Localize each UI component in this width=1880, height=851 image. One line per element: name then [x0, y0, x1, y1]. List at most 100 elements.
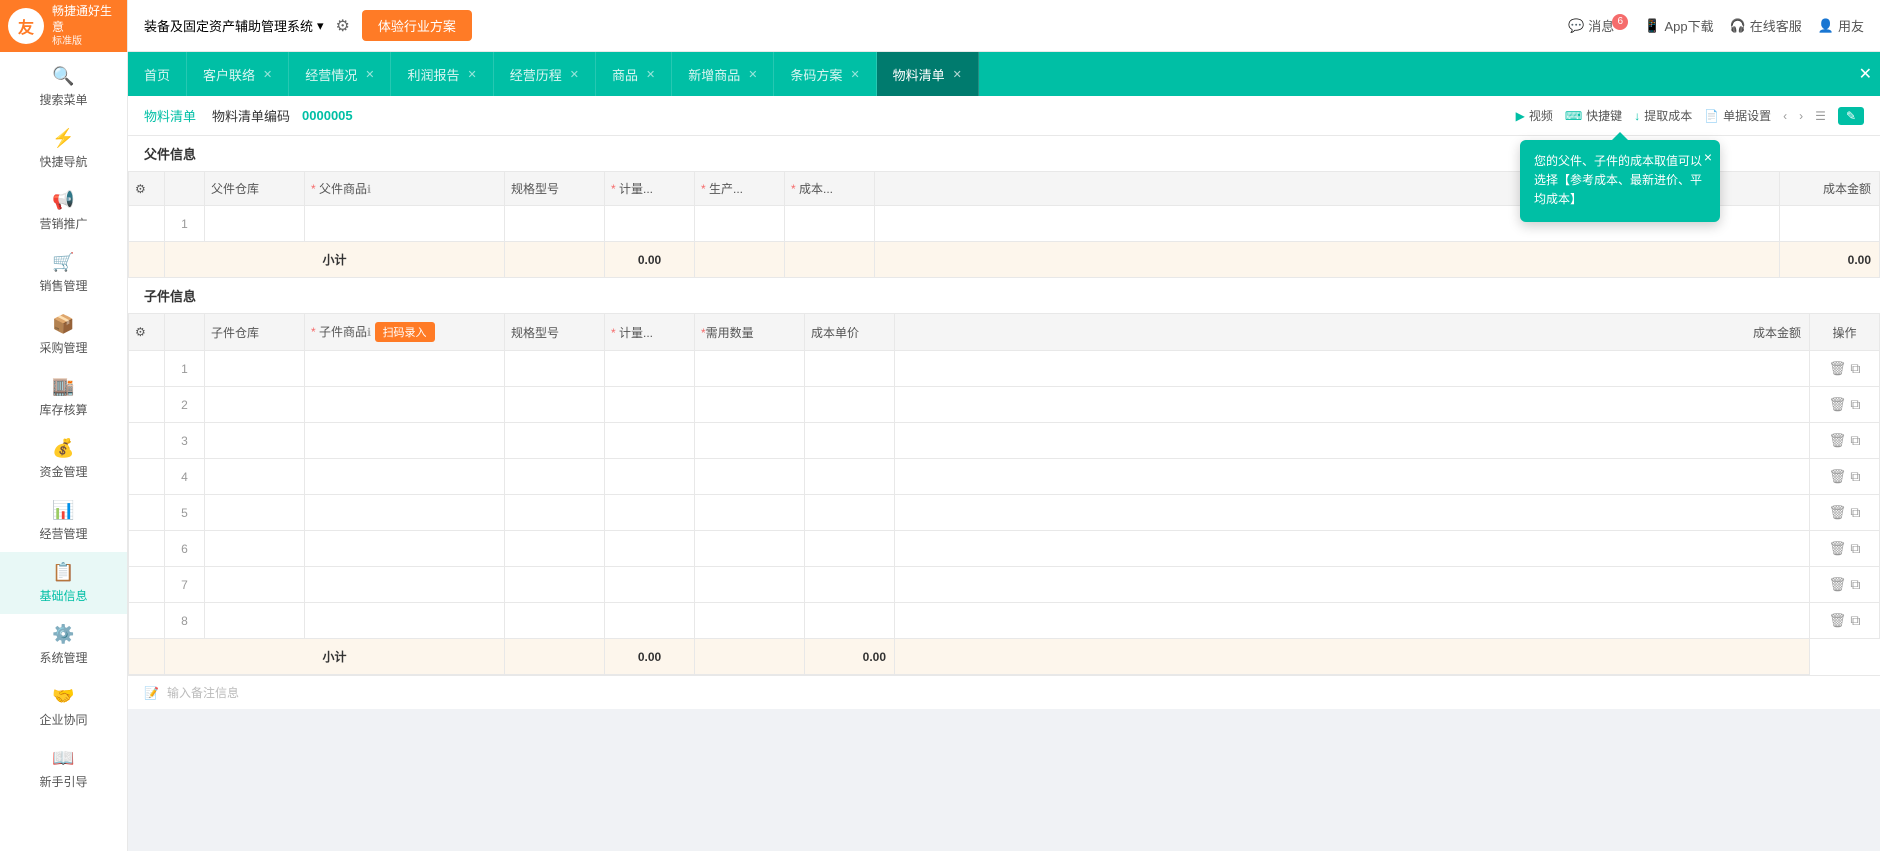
breadcrumb-home[interactable]: 物料清单	[144, 106, 196, 125]
child-price-cell[interactable]	[805, 423, 895, 459]
tab-客户联络[interactable]: 客户联络✕	[187, 52, 289, 96]
child-col-setting[interactable]: ⚙	[129, 314, 165, 351]
copy-row-button[interactable]: ⧉	[1850, 396, 1860, 413]
trial-button[interactable]: 体验行业方案	[362, 10, 472, 41]
delete-row-button[interactable]: 🗑	[1829, 540, 1847, 557]
sidebar-item-basic-info[interactable]: 📋基础信息	[0, 552, 127, 614]
delete-row-button[interactable]: 🗑	[1829, 504, 1847, 521]
note-placeholder[interactable]: 输入备注信息	[167, 684, 239, 701]
view-button[interactable]: ▶ 视频	[1516, 107, 1553, 124]
child-product-cell[interactable]	[305, 531, 505, 567]
child-spec-cell[interactable]	[505, 351, 605, 387]
sidebar-item-system[interactable]: ⚙️系统管理	[0, 614, 127, 676]
tab-新增商品[interactable]: 新增商品✕	[672, 52, 774, 96]
tab-利润报告[interactable]: 利润报告✕	[391, 52, 493, 96]
child-qty-cell[interactable]	[695, 423, 805, 459]
tab-close-icon[interactable]: ✕	[468, 68, 477, 81]
sidebar-item-operations[interactable]: 📊经营管理	[0, 490, 127, 552]
child-spec-cell[interactable]	[505, 531, 605, 567]
child-qty-cell[interactable]	[695, 351, 805, 387]
child-qty-cell[interactable]	[695, 387, 805, 423]
child-warehouse-cell[interactable]	[205, 351, 305, 387]
online-service-button[interactable]: 🎧 在线客服	[1730, 16, 1802, 35]
delete-row-button[interactable]: 🗑	[1829, 576, 1847, 593]
sidebar-item-enterprise[interactable]: 🤝企业协同	[0, 676, 127, 738]
tab-close-icon[interactable]: ✕	[570, 68, 579, 81]
nav-next-button[interactable]: ›	[1799, 109, 1803, 123]
child-product-cell[interactable]	[305, 567, 505, 603]
child-price-cell[interactable]	[805, 567, 895, 603]
child-qty-cell[interactable]	[695, 531, 805, 567]
child-spec-cell[interactable]	[505, 459, 605, 495]
child-unit-cell[interactable]	[605, 603, 695, 639]
delete-row-button[interactable]: 🗑	[1829, 396, 1847, 413]
child-warehouse-cell[interactable]	[205, 567, 305, 603]
copy-row-button[interactable]: ⧉	[1850, 612, 1860, 629]
delete-row-button[interactable]: 🗑	[1829, 468, 1847, 485]
delete-row-button[interactable]: 🗑	[1829, 360, 1847, 377]
child-warehouse-cell[interactable]	[205, 603, 305, 639]
tab-close-icon[interactable]: ✕	[263, 68, 272, 81]
child-qty-cell[interactable]	[695, 567, 805, 603]
child-warehouse-cell[interactable]	[205, 387, 305, 423]
child-unit-cell[interactable]	[605, 351, 695, 387]
tab-close-icon[interactable]: ✕	[646, 68, 655, 81]
parent-product-cell[interactable]	[305, 206, 505, 242]
child-spec-cell[interactable]	[505, 603, 605, 639]
tab-close-icon[interactable]: ✕	[365, 68, 374, 81]
child-unit-cell[interactable]	[605, 567, 695, 603]
nav-prev-button[interactable]: ‹	[1783, 109, 1787, 123]
tab-首页[interactable]: 首页	[128, 52, 187, 96]
child-product-cell[interactable]	[305, 459, 505, 495]
system-selector[interactable]: 装备及固定资产辅助管理系统 ▾	[144, 16, 324, 35]
sidebar-item-purchase[interactable]: 📦采购管理	[0, 304, 127, 366]
scan-button[interactable]: 扫码录入	[375, 322, 435, 342]
child-unit-cell[interactable]	[605, 459, 695, 495]
edit-button[interactable]: ✎	[1838, 107, 1864, 125]
tab-close-icon[interactable]: ✕	[953, 68, 962, 81]
child-product-cell[interactable]	[305, 351, 505, 387]
extract-cost-button[interactable]: ↓ 提取成本	[1634, 107, 1692, 124]
child-product-cell[interactable]	[305, 603, 505, 639]
child-spec-cell[interactable]	[505, 387, 605, 423]
copy-row-button[interactable]: ⧉	[1850, 540, 1860, 557]
child-warehouse-cell[interactable]	[205, 495, 305, 531]
sidebar-item-inventory[interactable]: 🏬库存核算	[0, 366, 127, 428]
child-spec-cell[interactable]	[505, 495, 605, 531]
copy-row-button[interactable]: ⧉	[1850, 360, 1860, 377]
child-warehouse-cell[interactable]	[205, 459, 305, 495]
parent-unit-cell[interactable]	[605, 206, 695, 242]
parent-cost-cell[interactable]	[785, 206, 875, 242]
parent-col-setting[interactable]: ⚙	[129, 172, 165, 206]
child-unit-cell[interactable]	[605, 423, 695, 459]
shortcut-button[interactable]: ⌨ 快捷键	[1565, 107, 1622, 124]
child-price-cell[interactable]	[805, 603, 895, 639]
parent-spec-cell[interactable]	[505, 206, 605, 242]
sidebar-item-sales[interactable]: 🛒销售管理	[0, 242, 127, 304]
single-settings-button[interactable]: 📄 单据设置	[1704, 107, 1771, 124]
child-product-cell[interactable]	[305, 387, 505, 423]
copy-row-button[interactable]: ⧉	[1850, 504, 1860, 521]
tab-条码方案[interactable]: 条码方案✕	[774, 52, 876, 96]
child-qty-cell[interactable]	[695, 495, 805, 531]
child-price-cell[interactable]	[805, 387, 895, 423]
tab-close-icon[interactable]: ✕	[748, 68, 757, 81]
child-warehouse-cell[interactable]	[205, 423, 305, 459]
child-spec-cell[interactable]	[505, 423, 605, 459]
child-price-cell[interactable]	[805, 459, 895, 495]
child-qty-cell[interactable]	[695, 603, 805, 639]
tab-close-icon[interactable]: ✕	[850, 68, 859, 81]
child-spec-cell[interactable]	[505, 567, 605, 603]
child-product-cell[interactable]	[305, 423, 505, 459]
child-price-cell[interactable]	[805, 531, 895, 567]
close-all-button[interactable]: ✕	[1851, 64, 1880, 84]
parent-production-cell[interactable]	[695, 206, 785, 242]
copy-row-button[interactable]: ⧉	[1850, 432, 1860, 449]
sidebar-item-quick-nav[interactable]: ⚡快捷导航	[0, 118, 127, 180]
tooltip-close-button[interactable]: ×	[1704, 146, 1712, 168]
copy-row-button[interactable]: ⧉	[1850, 468, 1860, 485]
parent-warehouse-cell[interactable]	[205, 206, 305, 242]
tab-物料清单[interactable]: 物料清单✕	[877, 52, 979, 96]
child-unit-cell[interactable]	[605, 495, 695, 531]
tab-商品[interactable]: 商品✕	[596, 52, 672, 96]
